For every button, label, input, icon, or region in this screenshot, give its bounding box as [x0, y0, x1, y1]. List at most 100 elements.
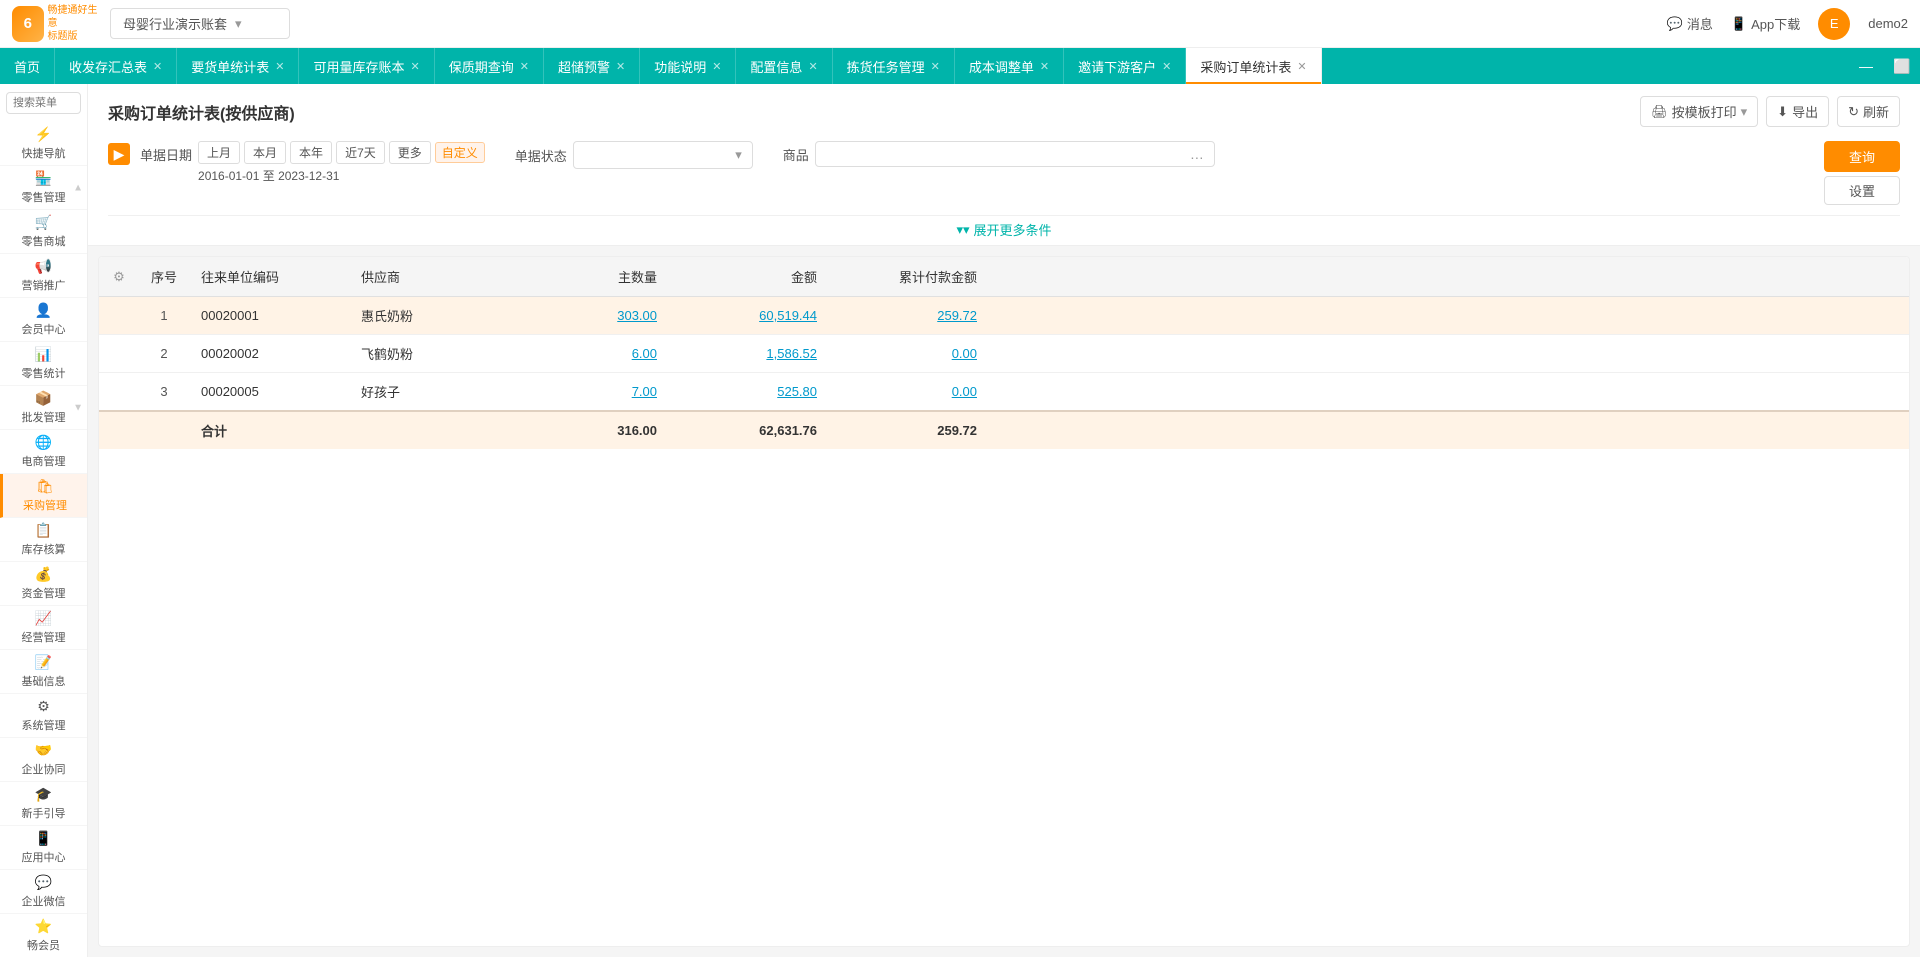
sidebar-search-input[interactable]: [6, 92, 81, 114]
nav-tabs-bar: 首页 收发存汇总表 ✕ 要货单统计表 ✕ 可用量库存账本 ✕ 保质期查询 ✕ 超…: [0, 48, 1920, 84]
tab-requisition[interactable]: 要货单统计表 ✕: [177, 48, 299, 84]
filter-row-1: ▶ 单据日期 上月 本月 本年 近7天 更多 自定义 2016-01-01 至 …: [108, 135, 1900, 211]
date-btn-last-month[interactable]: 上月: [198, 141, 240, 164]
footer-no: [139, 411, 189, 449]
sidebar-item-cooperation[interactable]: 🤝 企业协同: [0, 738, 87, 782]
tab-available-stock[interactable]: 可用量库存账本 ✕: [299, 48, 434, 84]
tab-close-icon[interactable]: ✕: [712, 60, 721, 73]
tab-close-icon[interactable]: ✕: [1297, 60, 1306, 73]
tab-close-icon[interactable]: ✕: [520, 60, 529, 73]
member-center-icon: 👤: [35, 302, 52, 319]
table-row[interactable]: 3 00020005 好孩子 7.00 525.80 0.00: [99, 373, 1909, 412]
message-label: 消息: [1687, 14, 1713, 33]
sidebar-item-inventory[interactable]: 📋 库存核算: [0, 518, 87, 562]
export-icon: ⬇: [1777, 104, 1788, 120]
tab-picking-task[interactable]: 拣货任务管理 ✕: [833, 48, 955, 84]
tab-config[interactable]: 配置信息 ✕: [736, 48, 832, 84]
logo-icon: 6: [12, 6, 44, 42]
date-btn-this-year[interactable]: 本年: [290, 141, 332, 164]
goods-more-icon[interactable]: …: [1190, 146, 1204, 162]
quick-nav-icon: ⚡: [35, 126, 52, 143]
tab-home[interactable]: 首页: [0, 48, 55, 84]
cell-qty[interactable]: 303.00: [549, 297, 669, 335]
cell-extra: [989, 335, 1909, 373]
settings-btn[interactable]: 设置: [1824, 176, 1900, 205]
table-row[interactable]: 2 00020002 飞鹤奶粉 6.00 1,586.52 0.00: [99, 335, 1909, 373]
expand-toggle-btn[interactable]: ▶: [108, 143, 130, 165]
template-print-btn[interactable]: 🖨 按模板打印 ▾: [1640, 96, 1758, 127]
sidebar-item-app-center[interactable]: 📱 应用中心: [0, 826, 87, 870]
tab-close-icon[interactable]: ✕: [1040, 60, 1049, 73]
table-row[interactable]: 1 00020001 惠氏奶粉 303.00 60,519.44 259.72: [99, 297, 1909, 335]
tab-close-icon[interactable]: ✕: [153, 60, 162, 73]
cell-paid[interactable]: 0.00: [829, 373, 989, 412]
sidebar-item-operations[interactable]: 📈 经营管理: [0, 606, 87, 650]
sidebar-item-finance[interactable]: 💰 资金管理: [0, 562, 87, 606]
export-btn[interactable]: ⬇ 导出: [1766, 96, 1829, 127]
sidebar-item-quick-nav[interactable]: ⚡ 快捷导航: [0, 122, 87, 166]
sidebar-item-purchase[interactable]: 🛍 采购管理: [0, 474, 87, 518]
cell-paid[interactable]: 259.72: [829, 297, 989, 335]
system-icon: ⚙: [37, 698, 50, 715]
cell-paid[interactable]: 0.00: [829, 335, 989, 373]
cell-amount[interactable]: 1,586.52: [669, 335, 829, 373]
inventory-icon: 📋: [35, 522, 52, 539]
logo-area[interactable]: 6 畅捷通好生意 标题版: [12, 4, 100, 43]
sidebar-item-retail-manage[interactable]: 🏪 零售管理 ▲: [0, 166, 87, 210]
tab-close-icon[interactable]: ✕: [931, 60, 940, 73]
tab-cost-adjust[interactable]: 成本调整单 ✕: [955, 48, 1064, 84]
tab-invite-downstream[interactable]: 邀请下游客户 ✕: [1064, 48, 1186, 84]
tab-warranty[interactable]: 保质期查询 ✕: [435, 48, 544, 84]
search-btn[interactable]: 查询: [1824, 141, 1900, 172]
wholesale-icon: 📦: [35, 390, 52, 407]
user-avatar[interactable]: E: [1818, 8, 1850, 40]
date-btn-more[interactable]: 更多: [389, 141, 431, 164]
sidebar-item-retail-stat[interactable]: 📊 零售统计: [0, 342, 87, 386]
message-btn[interactable]: 💬 消息: [1667, 14, 1713, 33]
retail-mall-icon: 🛒: [35, 214, 52, 231]
col-settings-icon[interactable]: ⚙: [113, 269, 125, 284]
app-download-btn[interactable]: 📱 App下载: [1731, 14, 1800, 33]
tab-overstock[interactable]: 超储预警 ✕: [544, 48, 640, 84]
sidebar-item-member[interactable]: ⭐ 畅会员: [0, 914, 87, 957]
nav-maximize-btn[interactable]: ⬜: [1884, 48, 1920, 84]
footer-qty: 316.00: [549, 411, 669, 449]
col-settings-header: ⚙: [99, 257, 139, 297]
tab-receive-send[interactable]: 收发存汇总表 ✕: [55, 48, 177, 84]
tab-close-icon[interactable]: ✕: [411, 60, 420, 73]
tab-close-icon[interactable]: ✕: [808, 60, 817, 73]
date-btn-this-month[interactable]: 本月: [244, 141, 286, 164]
tab-feature-desc[interactable]: 功能说明 ✕: [640, 48, 736, 84]
status-select[interactable]: ▾: [573, 141, 753, 169]
sidebar-item-wholesale[interactable]: 📦 批发管理 ▼: [0, 386, 87, 430]
tab-close-icon[interactable]: ✕: [275, 60, 284, 73]
workspace-selector[interactable]: 母婴行业演示账套 ▾: [110, 8, 290, 39]
goods-input-container: …: [815, 141, 1215, 167]
date-btn-7days[interactable]: 近7天: [336, 141, 385, 164]
workspace-name: 母婴行业演示账套: [123, 14, 227, 33]
tab-close-icon[interactable]: ✕: [616, 60, 625, 73]
sidebar-item-retail-mall[interactable]: 🛒 零售商城: [0, 210, 87, 254]
nav-minimize-btn[interactable]: —: [1848, 48, 1884, 84]
sidebar-item-ecommerce[interactable]: 🌐 电商管理: [0, 430, 87, 474]
operations-icon: 📈: [35, 610, 52, 627]
sidebar-item-marketing[interactable]: 📢 营销推广: [0, 254, 87, 298]
sidebar-item-system[interactable]: ⚙ 系统管理: [0, 694, 87, 738]
user-name[interactable]: demo2: [1868, 16, 1908, 31]
sidebar-item-member-center[interactable]: 👤 会员中心: [0, 298, 87, 342]
expand-more-btn[interactable]: ▾▾ 展开更多条件: [956, 220, 1051, 239]
tab-close-icon[interactable]: ✕: [1162, 60, 1171, 73]
sidebar-item-new-guide[interactable]: 🎓 新手引导: [0, 782, 87, 826]
cell-amount[interactable]: 60,519.44: [669, 297, 829, 335]
footer-extra: [989, 411, 1909, 449]
sidebar-item-basic-info[interactable]: 📝 基础信息: [0, 650, 87, 694]
cell-qty[interactable]: 7.00: [549, 373, 669, 412]
content-area: 采购订单统计表(按供应商) 🖨 按模板打印 ▾ ⬇ 导出 ↻ 刷新: [88, 84, 1920, 957]
cell-qty[interactable]: 6.00: [549, 335, 669, 373]
sidebar-item-enterprise-wechat[interactable]: 💬 企业微信: [0, 870, 87, 914]
goods-input[interactable]: [826, 147, 1190, 162]
cell-amount[interactable]: 525.80: [669, 373, 829, 412]
tab-purchase-order-stat[interactable]: 采购订单统计表 ✕: [1186, 48, 1321, 84]
refresh-btn[interactable]: ↻ 刷新: [1837, 96, 1900, 127]
col-code-header: 往来单位编码: [189, 257, 349, 297]
